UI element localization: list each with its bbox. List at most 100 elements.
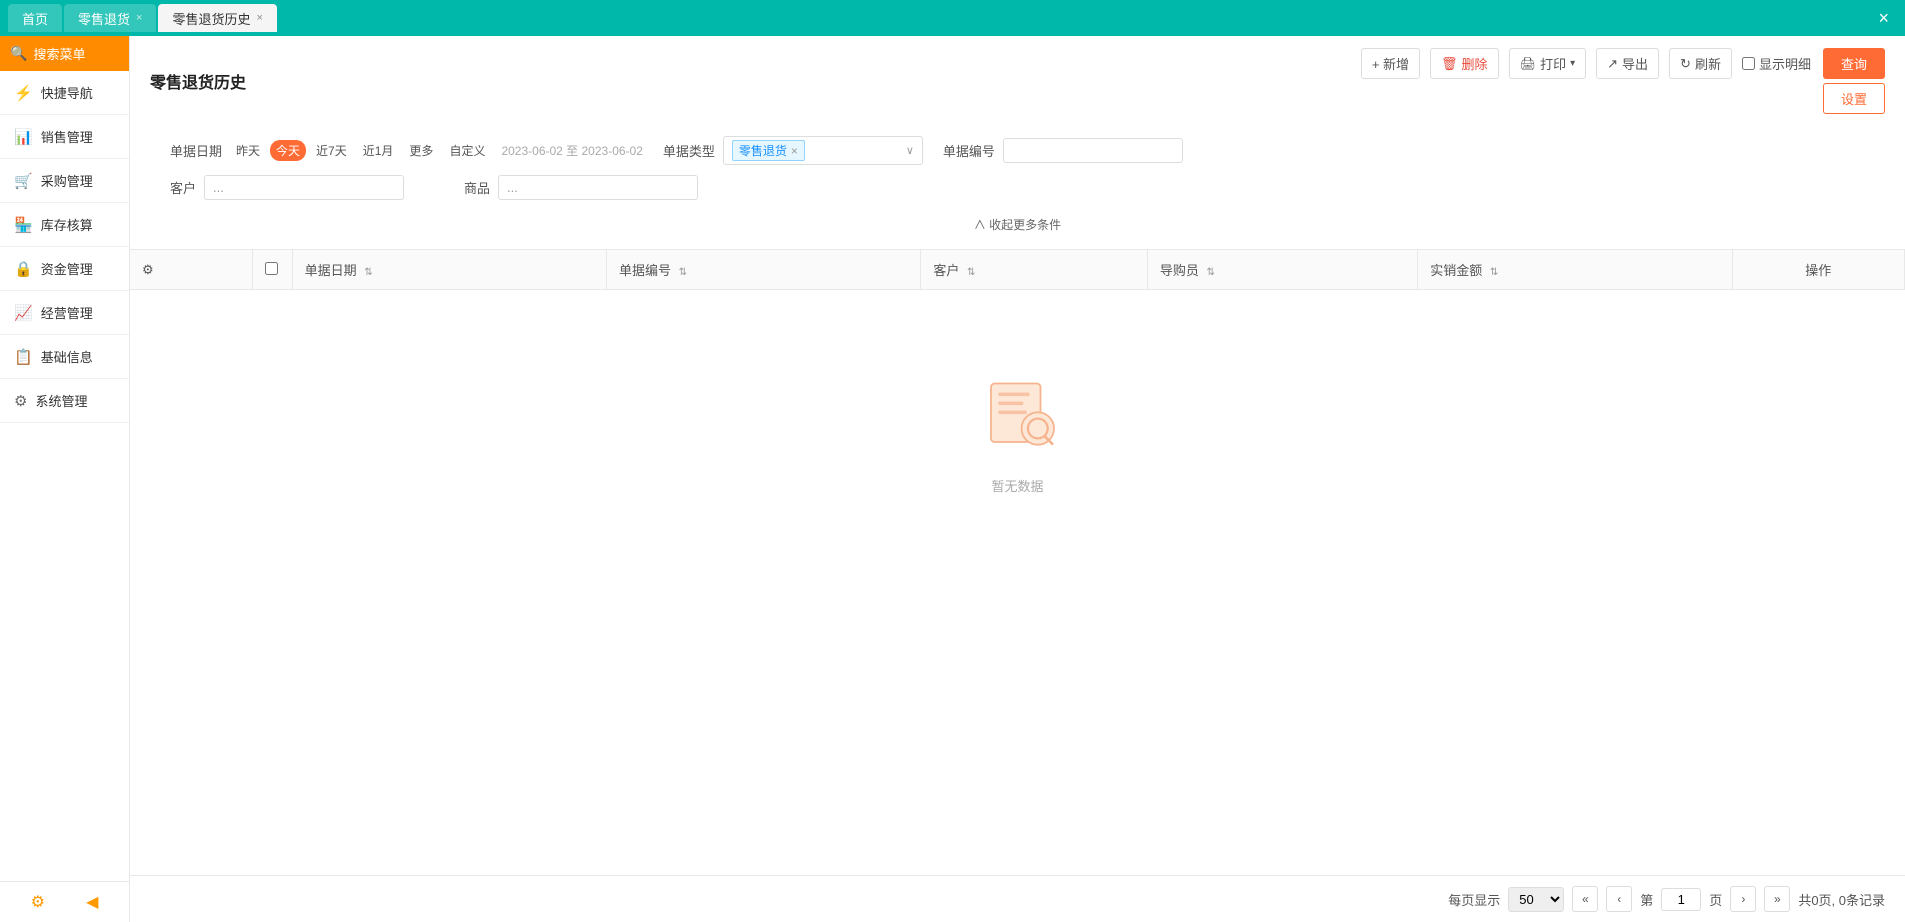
doc-number-input[interactable] xyxy=(1003,138,1183,163)
window-close-button[interactable]: × xyxy=(1870,8,1897,29)
page-unit-label: 页 xyxy=(1709,890,1722,909)
collapse-filters-btn[interactable]: ∧ 收起更多条件 xyxy=(170,210,1865,239)
base-info-icon: 📋 xyxy=(14,348,33,366)
customer-sort-icon: ⇅ xyxy=(967,267,975,278)
tab-retail-return-history[interactable]: 零售退货历史 × xyxy=(158,4,276,32)
table-date-header[interactable]: 单据日期 ⇅ xyxy=(292,250,606,290)
sidebar-search[interactable]: 🔍 搜索菜单 xyxy=(0,36,129,71)
table-docno-header[interactable]: 单据编号 ⇅ xyxy=(607,250,921,290)
tab-home[interactable]: 首页 xyxy=(8,4,62,32)
close-retail-return-tab[interactable]: × xyxy=(136,12,142,24)
empty-text: 暂无数据 xyxy=(991,476,1043,495)
first-page-button[interactable]: « xyxy=(1572,886,1598,912)
sidebar-item-purchase[interactable]: 🛒 采购管理 xyxy=(0,159,129,203)
table-customer-header[interactable]: 客户 ⇅ xyxy=(921,250,1147,290)
sidebar-item-label: 系统管理 xyxy=(35,391,87,410)
sidebar-item-finance[interactable]: 🔒 资金管理 xyxy=(0,247,129,291)
sidebar-menu: ⚡ 快捷导航 📊 销售管理 🛒 采购管理 🏪 库存核算 🔒 资金管理 📈 xyxy=(0,71,129,881)
customer-label: 客户 xyxy=(170,178,196,197)
table-amount-header[interactable]: 实销金额 ⇅ xyxy=(1418,250,1732,290)
sidebar-settings-icon[interactable]: ⚙ xyxy=(31,892,45,912)
docno-sort-icon: ⇅ xyxy=(679,267,687,278)
table-guide-header[interactable]: 导购员 ⇅ xyxy=(1147,250,1417,290)
page-header: 零售退货历史 + 新增 🗑 删除 🖨 打印 ▾ xyxy=(130,36,1905,250)
page-label: 第 xyxy=(1640,890,1653,909)
export-icon: ↗ xyxy=(1607,56,1618,72)
select-all-checkbox[interactable] xyxy=(265,262,278,275)
sidebar-item-sales[interactable]: 📊 销售管理 xyxy=(0,115,129,159)
more-shortcut[interactable]: 更多 xyxy=(403,140,439,161)
yesterday-shortcut[interactable]: 昨天 xyxy=(230,140,266,161)
doc-number-filter-group: 单据编号 xyxy=(943,138,1183,163)
sidebar-collapse-icon[interactable]: ◀ xyxy=(86,892,98,912)
7days-shortcut[interactable]: 近7天 xyxy=(310,140,353,161)
customer-input[interactable]: ... xyxy=(204,175,404,200)
main-layout: 🔍 搜索菜单 ⚡ 快捷导航 📊 销售管理 🛒 采购管理 🏪 库存核算 🔒 xyxy=(0,36,1905,922)
sidebar-item-label: 资金管理 xyxy=(41,259,93,278)
close-retail-return-history-tab[interactable]: × xyxy=(256,12,262,24)
settings-button[interactable]: 设置 xyxy=(1823,83,1885,114)
search-icon: 🔍 xyxy=(10,45,27,62)
doc-type-input[interactable]: 零售退货 × ∨ xyxy=(723,136,923,165)
refresh-button[interactable]: ↻ 刷新 xyxy=(1669,48,1732,79)
sidebar-item-label: 采购管理 xyxy=(41,171,93,190)
data-table: ⚙ 单据日期 ⇅ 单据编号 ⇅ 客户 xyxy=(130,250,1905,290)
table-action-header: 操作 xyxy=(1732,250,1904,290)
1month-shortcut[interactable]: 近1月 xyxy=(357,140,400,161)
print-button[interactable]: 🖨 打印 ▾ xyxy=(1509,48,1587,79)
sidebar-item-label: 基础信息 xyxy=(41,347,93,366)
prev-page-button[interactable]: ‹ xyxy=(1606,886,1632,912)
query-button[interactable]: 查询 xyxy=(1823,48,1885,79)
display-toggle-checkbox[interactable] xyxy=(1742,57,1755,70)
delete-button[interactable]: 🗑 删除 xyxy=(1430,48,1499,79)
print-icon: 🖨 xyxy=(1520,56,1537,72)
sidebar-item-label: 库存核算 xyxy=(41,215,93,234)
display-toggle[interactable]: 显示明细 xyxy=(1742,54,1811,73)
table-settings-header[interactable]: ⚙ xyxy=(130,250,252,290)
date-shortcuts: 昨天 今天 近7天 近1月 更多 自定义 xyxy=(230,140,491,161)
retail-return-tag: 零售退货 × xyxy=(732,140,805,161)
sidebar-item-label: 经营管理 xyxy=(41,303,93,322)
sidebar-footer: ⚙ ◀ xyxy=(0,881,129,922)
doc-type-expand-icon: ∨ xyxy=(906,144,914,157)
remove-retail-return-tag[interactable]: × xyxy=(791,144,798,158)
goods-input[interactable]: ... xyxy=(498,175,698,200)
sidebar-item-quick-nav[interactable]: ⚡ 快捷导航 xyxy=(0,71,129,115)
sidebar-item-system[interactable]: ⚙ 系统管理 xyxy=(0,379,129,423)
finance-icon: 🔒 xyxy=(14,260,33,278)
amount-sort-icon: ⇅ xyxy=(1490,267,1498,278)
guide-sort-icon: ⇅ xyxy=(1206,267,1214,278)
delete-icon: 🗑 xyxy=(1441,56,1458,72)
inventory-icon: 🏪 xyxy=(14,216,33,234)
table-wrapper: ⚙ 单据日期 ⇅ 单据编号 ⇅ 客户 xyxy=(130,250,1905,875)
sidebar-item-inventory[interactable]: 🏪 库存核算 xyxy=(0,203,129,247)
customer-filter-group: 客户 ... xyxy=(170,175,404,200)
last-page-button[interactable]: » xyxy=(1764,886,1790,912)
pagination-bar: 每页显示 20 50 100 « ‹ 第 页 › » 共0页, 0条记录 xyxy=(130,875,1905,922)
total-info: 共0页, 0条记录 xyxy=(1798,890,1885,909)
system-icon: ⚙ xyxy=(14,392,27,410)
tab-bar: 首页 零售退货 × 零售退货历史 × × xyxy=(0,0,1905,36)
tab-retail-return[interactable]: 零售退货 × xyxy=(64,4,156,32)
page-size-select[interactable]: 20 50 100 xyxy=(1508,887,1564,912)
operations-icon: 📈 xyxy=(14,304,33,322)
sidebar-item-base-info[interactable]: 📋 基础信息 xyxy=(0,335,129,379)
sidebar-item-label: 销售管理 xyxy=(41,127,93,146)
export-button[interactable]: ↗ 导出 xyxy=(1596,48,1659,79)
sidebar-item-operations[interactable]: 📈 经营管理 xyxy=(0,291,129,335)
sales-icon: 📊 xyxy=(14,128,33,146)
custom-shortcut[interactable]: 自定义 xyxy=(443,140,491,161)
date-filter-group: 单据日期 昨天 今天 近7天 近1月 更多 自定义 xyxy=(170,140,491,161)
page-size-label: 每页显示 xyxy=(1448,890,1500,909)
date-sort-icon: ⇅ xyxy=(364,267,372,278)
sidebar: 🔍 搜索菜单 ⚡ 快捷导航 📊 销售管理 🛒 采购管理 🏪 库存核算 🔒 xyxy=(0,36,130,922)
add-button[interactable]: + 新增 xyxy=(1361,48,1420,79)
purchase-icon: 🛒 xyxy=(14,172,33,190)
today-shortcut[interactable]: 今天 xyxy=(270,140,306,161)
empty-state-icon xyxy=(973,370,1063,460)
print-dropdown-icon: ▾ xyxy=(1570,58,1575,69)
table-checkbox-header xyxy=(252,250,292,290)
page-number-input[interactable] xyxy=(1661,888,1701,911)
next-page-button[interactable]: › xyxy=(1730,886,1756,912)
filter-area: 单据日期 昨天 今天 近7天 近1月 更多 自定义 2023-06-02 至 2… xyxy=(150,126,1885,249)
